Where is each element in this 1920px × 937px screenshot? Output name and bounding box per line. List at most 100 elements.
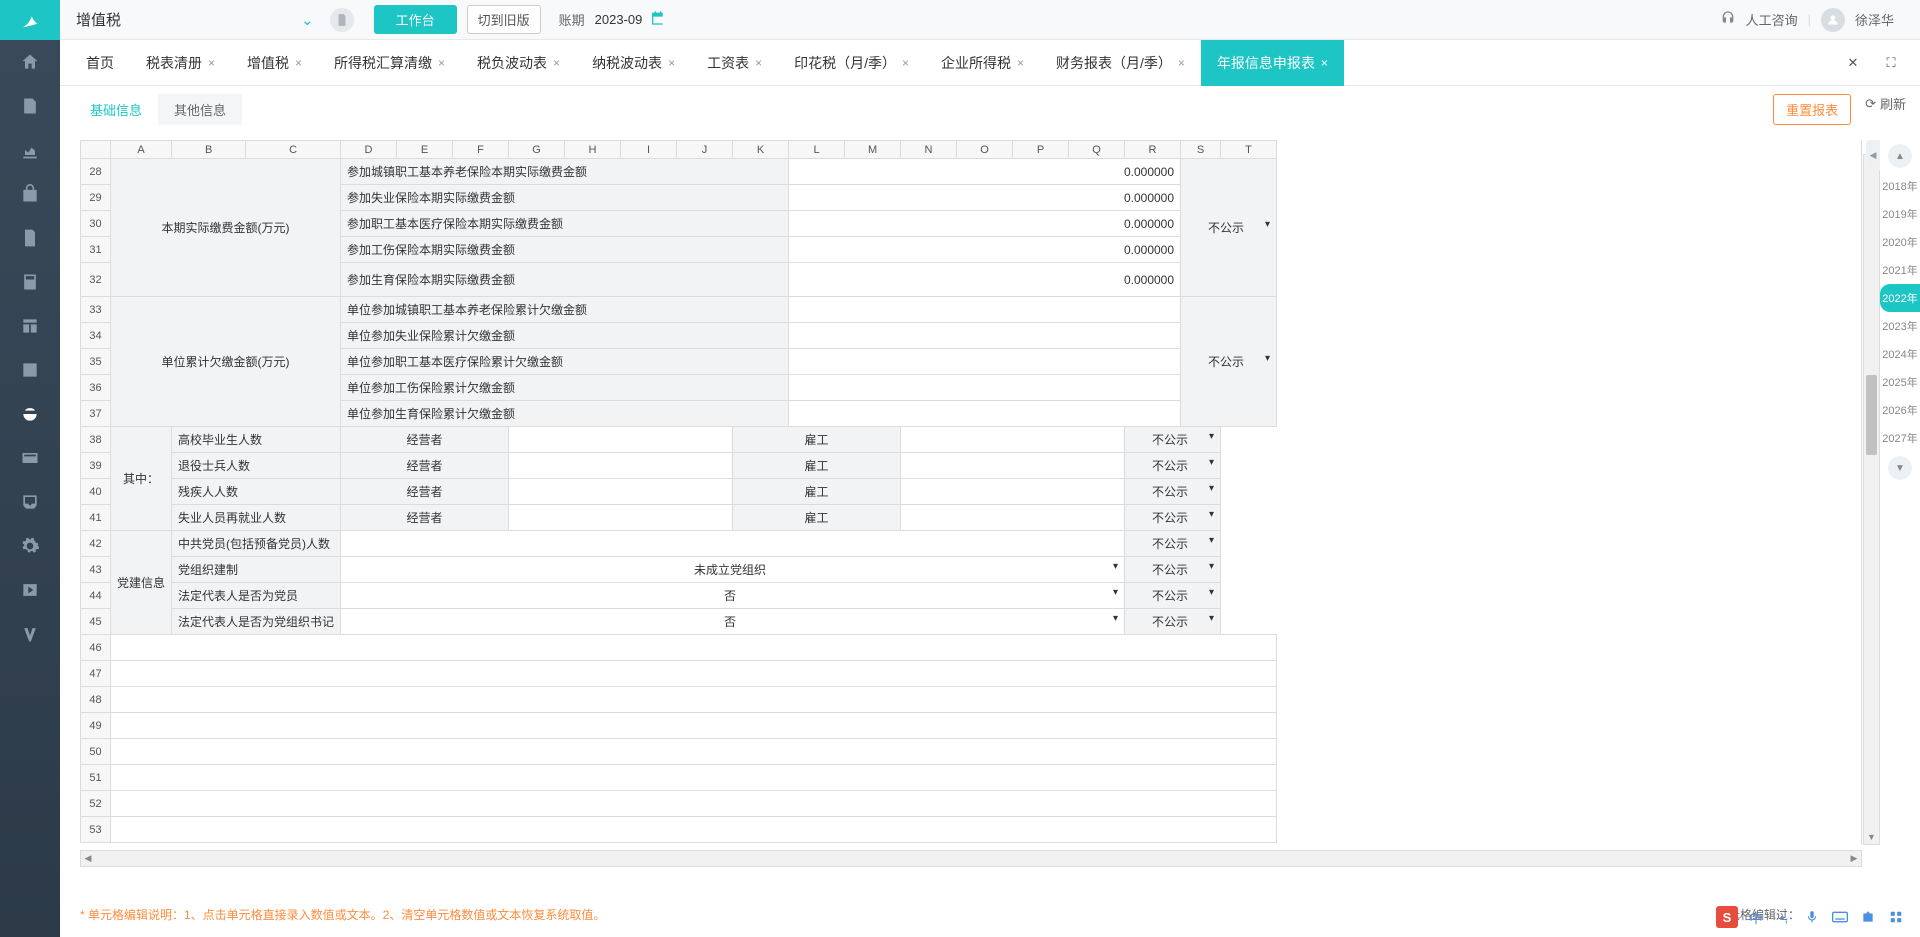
cell-value[interactable]	[789, 323, 1181, 349]
tab-item[interactable]: 企业所得税×	[925, 40, 1040, 86]
year-item[interactable]: 2020年	[1880, 228, 1920, 256]
close-all-icon[interactable]: ✕	[1840, 50, 1866, 76]
year-item[interactable]: 2025年	[1880, 368, 1920, 396]
column-header[interactable]: H	[565, 141, 621, 159]
year-up-icon[interactable]: ▲	[1888, 144, 1912, 168]
column-header[interactable]: C	[246, 141, 341, 159]
horizontal-scrollbar[interactable]: ◀ ▶	[80, 850, 1862, 867]
user-avatar[interactable]	[1821, 8, 1845, 32]
column-header[interactable]: E	[397, 141, 453, 159]
column-header[interactable]: T	[1221, 141, 1277, 159]
visibility-dropdown[interactable]: 不公示	[1125, 583, 1221, 609]
nav-stamp-icon[interactable]	[0, 348, 60, 392]
is-secretary-dropdown[interactable]: 否	[341, 609, 1125, 635]
cell-value[interactable]	[789, 349, 1181, 375]
column-header[interactable]: L	[789, 141, 845, 159]
expand-icon[interactable]: ⛶	[1878, 50, 1904, 76]
visibility-dropdown[interactable]: 不公示	[1125, 453, 1221, 479]
year-item[interactable]: 2024年	[1880, 340, 1920, 368]
close-icon[interactable]: ×	[755, 56, 762, 70]
column-header[interactable]: G	[509, 141, 565, 159]
doc-circle-icon[interactable]	[330, 8, 354, 32]
ime-lang-icon[interactable]: 中	[1746, 907, 1766, 927]
scroll-right-icon[interactable]: ▶	[1847, 851, 1861, 866]
cell-value[interactable]: 0.000000	[789, 159, 1181, 185]
year-item[interactable]: 2023年	[1880, 312, 1920, 340]
tab-item[interactable]: 税负波动表×	[461, 40, 576, 86]
tab-item[interactable]: 纳税波动表×	[576, 40, 691, 86]
nav-inbox-icon[interactable]	[0, 480, 60, 524]
tab-item[interactable]: 所得税汇算清缴×	[318, 40, 461, 86]
year-item[interactable]: 2021年	[1880, 256, 1920, 284]
scroll-left-icon[interactable]: ◀	[81, 851, 95, 866]
tab-item[interactable]: 印花税（月/季）×	[778, 40, 925, 86]
cell-value[interactable]	[789, 297, 1181, 323]
nav-bag-icon[interactable]	[0, 172, 60, 216]
column-header[interactable]: I	[621, 141, 677, 159]
tab-item[interactable]: 年报信息申报表×	[1201, 40, 1344, 86]
ime-mic-icon[interactable]	[1802, 907, 1822, 927]
column-header[interactable]: D	[341, 141, 397, 159]
visibility-dropdown[interactable]: 不公示	[1125, 531, 1221, 557]
cell-value[interactable]	[789, 401, 1181, 427]
cell-value[interactable]: 0.000000	[789, 263, 1181, 297]
column-header[interactable]: Q	[1069, 141, 1125, 159]
is-member-dropdown[interactable]: 否	[341, 583, 1125, 609]
close-icon[interactable]: ×	[553, 56, 560, 70]
year-item[interactable]: 2026年	[1880, 396, 1920, 424]
column-header[interactable]: O	[957, 141, 1013, 159]
column-header[interactable]: S	[1181, 141, 1221, 159]
column-header[interactable]: M	[845, 141, 901, 159]
cell-value[interactable]: 0.000000	[789, 237, 1181, 263]
visibility-dropdown[interactable]: 不公示	[1125, 479, 1221, 505]
vertical-scrollbar[interactable]: ▲ ▼	[1863, 154, 1880, 845]
column-header[interactable]: K	[733, 141, 789, 159]
close-icon[interactable]: ×	[902, 56, 909, 70]
column-header[interactable]: J	[677, 141, 733, 159]
nav-gear-icon[interactable]	[0, 524, 60, 568]
year-item[interactable]: 2019年	[1880, 200, 1920, 228]
close-icon[interactable]: ×	[1017, 56, 1024, 70]
nav-v-icon[interactable]	[0, 612, 60, 656]
close-icon[interactable]: ×	[438, 56, 445, 70]
corner-cell[interactable]	[81, 141, 111, 159]
visibility-dropdown[interactable]: 不公示	[1181, 297, 1277, 427]
cell-value[interactable]	[341, 531, 1125, 557]
module-dropdown[interactable]: 增值税 ⌄	[76, 9, 314, 30]
column-header[interactable]: P	[1013, 141, 1069, 159]
nav-chart-icon[interactable]	[0, 128, 60, 172]
cell-value[interactable]	[789, 375, 1181, 401]
visibility-dropdown[interactable]: 不公示	[1125, 427, 1221, 453]
close-icon[interactable]: ×	[1178, 56, 1185, 70]
nav-calc-icon[interactable]	[0, 260, 60, 304]
visibility-dropdown[interactable]: 不公示	[1125, 557, 1221, 583]
cell-value[interactable]: 0.000000	[789, 185, 1181, 211]
visibility-dropdown[interactable]: 不公示	[1125, 609, 1221, 635]
column-header[interactable]: R	[1125, 141, 1181, 159]
app-logo[interactable]	[0, 0, 60, 40]
nav-card-icon[interactable]	[0, 436, 60, 480]
nav-bowl-icon[interactable]	[0, 392, 60, 436]
switch-old-button[interactable]: 切到旧版	[467, 5, 541, 34]
cell-value[interactable]	[901, 427, 1125, 453]
scroll-down-icon[interactable]: ▼	[1864, 830, 1879, 844]
calendar-icon[interactable]	[650, 10, 666, 29]
visibility-dropdown[interactable]: 不公示	[1181, 159, 1277, 297]
column-header[interactable]: N	[901, 141, 957, 159]
nav-report-icon[interactable]	[0, 84, 60, 128]
column-header[interactable]: F	[453, 141, 509, 159]
nav-doc-icon[interactable]	[0, 216, 60, 260]
close-icon[interactable]: ×	[1321, 56, 1328, 70]
year-down-icon[interactable]: ▼	[1888, 456, 1912, 480]
visibility-dropdown[interactable]: 不公示	[1125, 505, 1221, 531]
spreadsheet-grid[interactable]: ABCDEFGHIJKLMNOPQRST 28 本期实际缴费金额(万元) 参加城…	[80, 140, 1277, 843]
tab-item[interactable]: 税表清册×	[130, 40, 231, 86]
nav-video-icon[interactable]	[0, 568, 60, 612]
tab-item[interactable]: 增值税×	[231, 40, 318, 86]
subtab-basic[interactable]: 基础信息	[74, 94, 158, 125]
tab-item[interactable]: 财务报表（月/季）×	[1040, 40, 1201, 86]
cell-value[interactable]: 0.000000	[789, 211, 1181, 237]
reset-report-button[interactable]: 重置报表	[1773, 94, 1851, 125]
cell-value[interactable]	[509, 427, 733, 453]
year-item[interactable]: 2018年	[1880, 172, 1920, 200]
